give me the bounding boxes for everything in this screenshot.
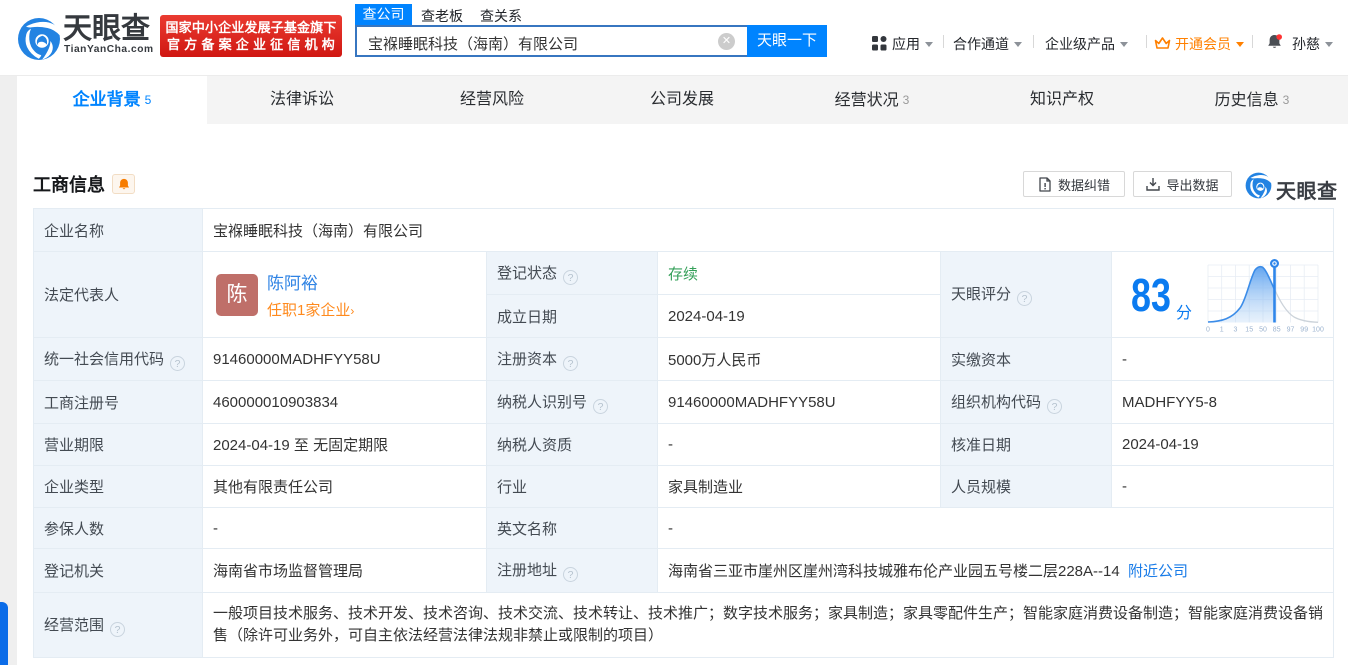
svg-text:99: 99 <box>1300 326 1308 333</box>
svg-text:1: 1 <box>1220 326 1224 333</box>
svg-text:15: 15 <box>1245 326 1253 333</box>
svg-text:3: 3 <box>1234 326 1238 333</box>
svg-text:0: 0 <box>1206 326 1210 333</box>
svg-text:50: 50 <box>1259 326 1267 333</box>
svg-text:97: 97 <box>1287 326 1295 333</box>
svg-text:100: 100 <box>1312 326 1324 333</box>
svg-text:85: 85 <box>1273 326 1281 333</box>
